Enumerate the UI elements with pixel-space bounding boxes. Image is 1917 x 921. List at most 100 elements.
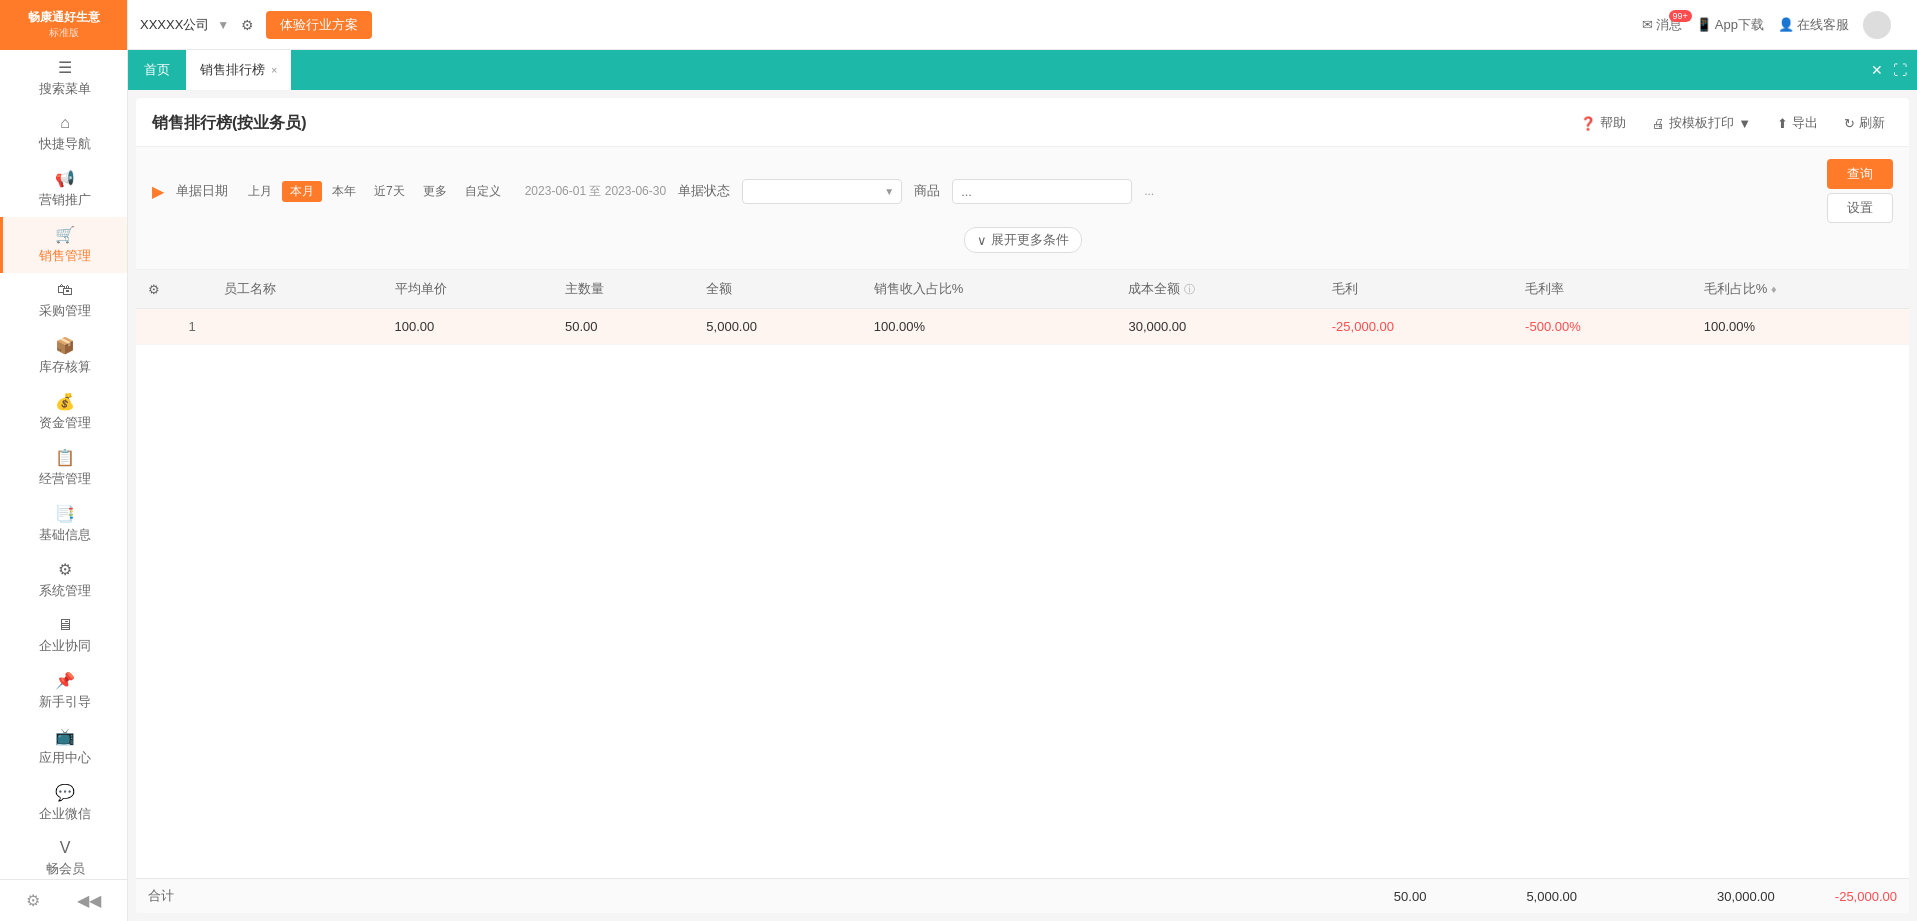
export-button[interactable]: ⬆ 导出 [1769,110,1826,136]
footer-gross: -25,000.00 [1835,889,1897,904]
date-tab-last-month[interactable]: 上月 [240,181,280,202]
th-gross-rate: 毛利率 [1513,270,1692,309]
data-table: ⚙ 员工名称 平均单价 主数量 全额 销售收入占比% 成本全额 ⓘ 毛利 毛利率… [136,270,1909,345]
service-button[interactable]: 👤 在线客服 [1778,16,1849,34]
sidebar-item-3[interactable]: 🛒销售管理 [0,217,127,273]
query-button[interactable]: 查询 [1827,159,1893,189]
refresh-button[interactable]: ↻ 刷新 [1836,110,1893,136]
tab-right-actions: ✕ ⛶ [1871,62,1917,78]
sidebar-icon-11: 📌 [55,671,75,690]
sidebar-item-1[interactable]: ⌂快捷导航 [0,106,127,161]
company-dropdown-icon[interactable]: ▼ [217,18,229,32]
page-actions: ❓ 帮助 🖨 按模板打印 ▼ ⬆ 导出 ↻ 刷新 [1572,110,1893,136]
topbar-gear-icon[interactable]: ⚙ [241,17,254,33]
trial-button[interactable]: 体验行业方案 [266,11,372,39]
date-tab-this-year[interactable]: 本年 [324,181,364,202]
avatar[interactable] [1863,11,1891,39]
print-icon: 🖨 [1652,116,1665,131]
topbar: XXXXX公司 ▼ ⚙ 体验行业方案 ✉ 消息 99+ 📱 App下载 👤 在线… [128,0,1917,50]
footer-cost: 30,000.00 [1717,889,1775,904]
sidebar-icon-1: ⌂ [60,114,70,132]
settings-button[interactable]: 设置 [1827,193,1893,223]
export-icon: ⬆ [1777,116,1788,131]
sidebar-icon-4: 🛍 [57,281,73,299]
sidebar-item-9[interactable]: ⚙系统管理 [0,552,127,608]
sidebar-item-11[interactable]: 📌新手引导 [0,663,127,719]
help-button[interactable]: ❓ 帮助 [1572,110,1634,136]
collapse-icon[interactable]: ◀◀ [77,891,101,910]
page-title: 销售排行榜(按业务员) [152,113,307,134]
cell-name [212,309,383,345]
service-icon: 👤 [1778,17,1794,32]
sidebar-icon-3: 🛒 [55,225,75,244]
sidebar-icon-9: ⚙ [58,560,72,579]
logo-title: 畅康通好生意 [28,10,100,26]
app-icon: 📱 [1696,17,1712,32]
message-button[interactable]: ✉ 消息 99+ [1642,16,1682,34]
sidebar-item-8[interactable]: 📑基础信息 [0,496,127,552]
sidebar-icon-13: 💬 [55,783,75,802]
th-name: 员工名称 [212,270,383,309]
goods-more-icon[interactable]: ... [1144,184,1154,198]
sidebar-icon-7: 📋 [55,448,75,467]
filter-toggle-icon[interactable]: ▶ [152,182,164,201]
tab-close-window-icon[interactable]: ✕ [1871,62,1883,78]
sidebar-item-2[interactable]: 📢营销推广 [0,161,127,217]
sidebar-icon-2: 📢 [55,169,75,188]
expand-icon: ∨ [977,233,987,248]
goods-input[interactable] [952,179,1132,204]
service-label: 在线客服 [1797,16,1849,34]
th-avg-price: 平均单价 [383,270,554,309]
sidebar-item-4[interactable]: 🛍采购管理 [0,273,127,328]
company-name: XXXXX公司 [140,16,209,34]
tab-close-icon[interactable]: × [271,64,277,76]
footer-total: 5,000.00 [1526,889,1577,904]
print-button[interactable]: 🖨 按模板打印 ▼ [1644,110,1759,136]
sidebar-item-13[interactable]: 💬企业微信 [0,775,127,831]
sidebar-item-0[interactable]: ☰搜索菜单 [0,50,127,106]
th-gross: 毛利 [1320,270,1513,309]
date-range: 2023-06-01 至 2023-06-30 [525,183,666,200]
date-tabs: 上月 本月 本年 近7天 更多 自定义 [240,181,509,202]
table-footer: 合计 50.00 5,000.00 30,000.00 -25,000.00 [136,878,1909,913]
cell-sales-pct: 100.00% [862,309,1117,345]
tab-home[interactable]: 首页 [128,50,186,90]
goods-label: 商品 [914,182,940,200]
app-download-button[interactable]: 📱 App下载 [1696,16,1764,34]
cell-cost: 30,000.00 [1116,309,1319,345]
logo-sub: 标准版 [49,26,79,40]
expand-button[interactable]: ∨ 展开更多条件 [964,227,1082,253]
date-tab-7days[interactable]: 近7天 [366,181,413,202]
cell-settings [136,309,172,345]
expand-row: ∨ 展开更多条件 [152,223,1893,257]
tab-restore-icon[interactable]: ⛶ [1893,62,1907,78]
filter-actions: 查询 设置 [1827,159,1893,223]
sidebar-icon-8: 📑 [55,504,75,523]
sidebar-item-10[interactable]: 🖥企业协同 [0,608,127,663]
sidebar-item-5[interactable]: 📦库存核算 [0,328,127,384]
sidebar-footer: ⚙ ◀◀ [0,879,127,921]
footer-label: 合计 [148,887,228,905]
filter-row-main: ▶ 单据日期 上月 本月 本年 近7天 更多 自定义 2023-06-01 至 … [152,159,1893,223]
sidebar-logo: 畅康通好生意 标准版 [0,0,127,50]
date-tab-custom[interactable]: 自定义 [457,181,509,202]
sidebar-item-6[interactable]: 💰资金管理 [0,384,127,440]
page-header: 销售排行榜(按业务员) ❓ 帮助 🖨 按模板打印 ▼ ⬆ 导出 [136,98,1909,147]
settings-icon[interactable]: ⚙ [26,891,40,910]
cell-gross-rate: -500.00% [1513,309,1692,345]
tab-sales-ranking[interactable]: 销售排行榜 × [186,50,291,90]
th-sales-pct: 销售收入占比% [862,270,1117,309]
date-tab-this-month[interactable]: 本月 [282,181,322,202]
sidebar-item-14[interactable]: V畅会员 [0,831,127,879]
th-gross-pct: 毛利占比% ♦ [1692,270,1909,309]
th-settings[interactable]: ⚙ [136,270,172,309]
sidebar-item-7[interactable]: 📋经营管理 [0,440,127,496]
main-area: XXXXX公司 ▼ ⚙ 体验行业方案 ✉ 消息 99+ 📱 App下载 👤 在线… [128,0,1917,921]
filter-area: ▶ 单据日期 上月 本月 本年 近7天 更多 自定义 2023-06-01 至 … [136,147,1909,270]
status-select-wrapper: ▼ [742,179,902,204]
sidebar-item-12[interactable]: 📺应用中心 [0,719,127,775]
date-tab-more[interactable]: 更多 [415,181,455,202]
sidebar-icon-14: V [60,839,71,857]
status-select[interactable] [742,179,902,204]
th-main-qty: 主数量 [553,270,694,309]
